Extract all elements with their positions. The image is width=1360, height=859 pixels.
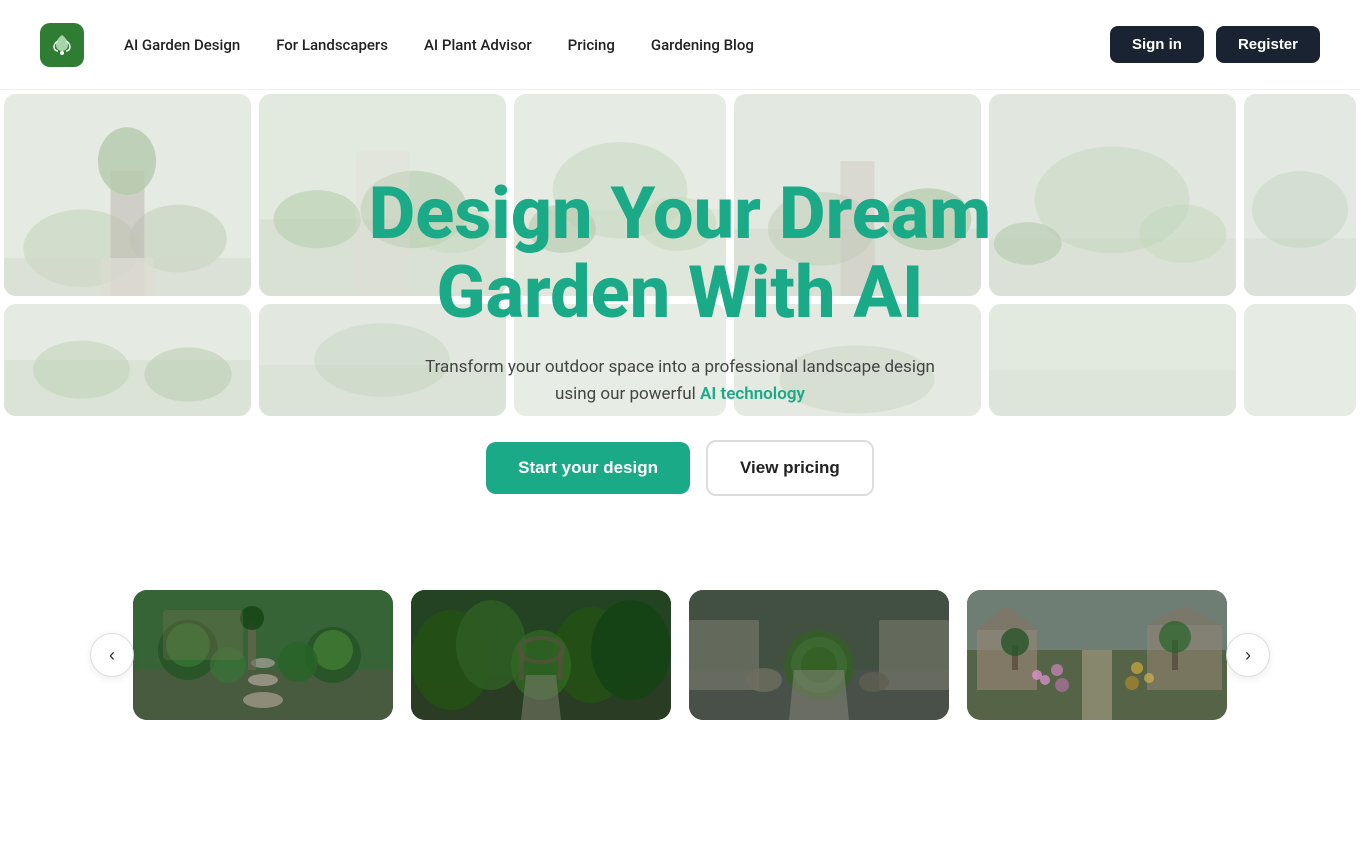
nav-links: AI Garden Design For Landscapers AI Plan… bbox=[124, 36, 754, 54]
nav-link-pricing[interactable]: Pricing bbox=[568, 36, 615, 54]
garden-thumb-4 bbox=[967, 590, 1227, 720]
bg-image-12 bbox=[1244, 304, 1356, 416]
hero-section: Design Your Dream Garden With AI Transfo… bbox=[0, 90, 1360, 570]
signin-button[interactable]: Sign in bbox=[1110, 26, 1204, 63]
carousel-next-button[interactable]: › bbox=[1226, 633, 1270, 677]
logo-icon bbox=[40, 23, 84, 67]
logo[interactable] bbox=[40, 23, 84, 67]
hero-subtitle: Transform your outdoor space into a prof… bbox=[420, 354, 940, 408]
nav-link-for-landscapers[interactable]: For Landscapers bbox=[276, 36, 388, 54]
bg-image-1 bbox=[4, 94, 251, 296]
hero-subtitle-highlight: AI technology bbox=[700, 384, 805, 404]
main-nav: AI Garden Design For Landscapers AI Plan… bbox=[0, 0, 1360, 90]
nav-right: Sign in Register bbox=[1110, 26, 1320, 63]
carousel-item-3 bbox=[689, 590, 949, 720]
hero-buttons: Start your design View pricing bbox=[486, 440, 874, 496]
nav-link-ai-plant-advisor[interactable]: AI Plant Advisor bbox=[424, 36, 532, 54]
carousel-prev-button[interactable]: ‹ bbox=[90, 633, 134, 677]
register-button[interactable]: Register bbox=[1216, 26, 1320, 63]
garden-thumb-2 bbox=[411, 590, 671, 720]
bg-image-5 bbox=[989, 94, 1236, 296]
garden-thumb-3 bbox=[689, 590, 949, 720]
carousel-item-4 bbox=[967, 590, 1227, 720]
garden-thumb-1 bbox=[133, 590, 393, 720]
nav-left: AI Garden Design For Landscapers AI Plan… bbox=[40, 23, 754, 67]
nav-link-gardening-blog[interactable]: Gardening Blog bbox=[651, 36, 754, 54]
nav-link-ai-garden-design[interactable]: AI Garden Design bbox=[124, 36, 240, 54]
view-pricing-button[interactable]: View pricing bbox=[706, 440, 874, 496]
carousel-section: ‹ bbox=[0, 570, 1360, 760]
hero-content: Design Your Dream Garden With AI Transfo… bbox=[349, 134, 1012, 527]
carousel-item-2 bbox=[411, 590, 671, 720]
start-design-button[interactable]: Start your design bbox=[486, 442, 690, 494]
bg-image-11 bbox=[989, 304, 1236, 416]
carousel-item-1 bbox=[133, 590, 393, 720]
hero-title: Design Your Dream Garden With AI bbox=[369, 174, 992, 332]
bg-image-6 bbox=[1244, 94, 1356, 296]
carousel-track bbox=[130, 590, 1230, 720]
bg-image-7 bbox=[4, 304, 251, 416]
